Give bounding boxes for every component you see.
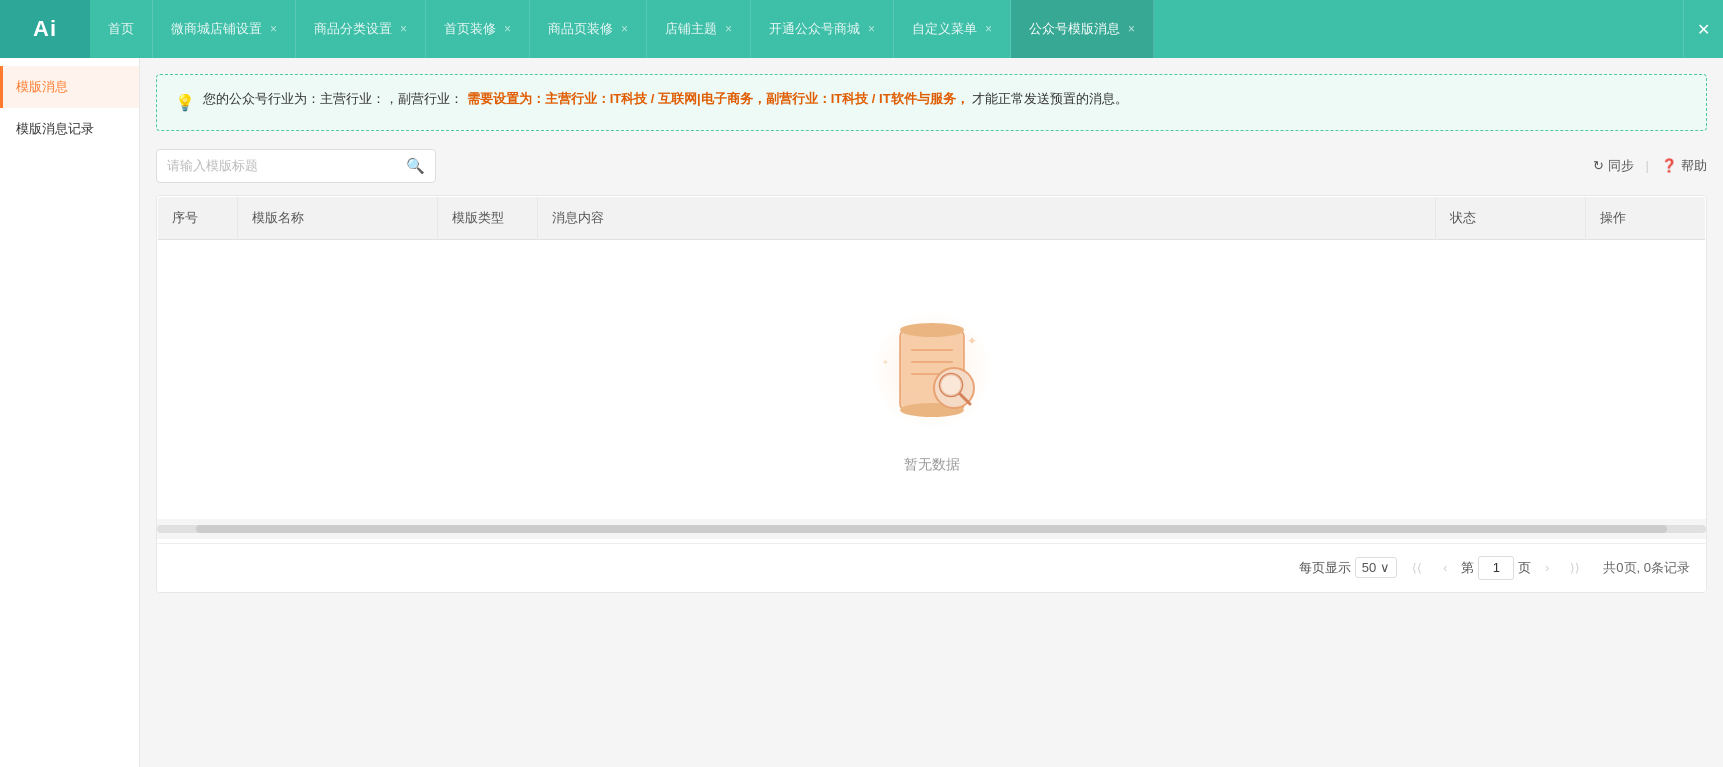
close-tab-home-decor[interactable]: × — [504, 22, 511, 36]
col-header-type: 模版类型 — [438, 196, 538, 239]
close-tab-shop-theme[interactable]: × — [725, 22, 732, 36]
notice-suffix: 才能正常发送预置的消息。 — [972, 91, 1128, 106]
notice-banner: 💡 您的公众号行业为：主营行业：，副营行业： 需要设置为：主营行业：IT科技 /… — [156, 74, 1707, 131]
scrollbar-wrap — [157, 519, 1706, 539]
close-all-tabs-button[interactable]: ✕ — [1683, 0, 1723, 58]
nav-tab-open-mall[interactable]: 开通公众号商城× — [751, 0, 894, 58]
nav-tab-custom-menu[interactable]: 自定义菜单× — [894, 0, 1011, 58]
search-bar: 🔍 ↻ 同步 | ❓ 帮助 — [156, 149, 1707, 183]
sidebar: 模版消息模版消息记录 — [0, 58, 140, 767]
empty-state: ✦ ✦ 暂无数据 — [158, 240, 1705, 514]
content-area: 💡 您的公众号行业为：主营行业：，副营行业： 需要设置为：主营行业：IT科技 /… — [140, 58, 1723, 767]
chevron-down-icon: ∨ — [1380, 560, 1390, 575]
svg-text:✦: ✦ — [967, 334, 977, 348]
page-size-label: 每页显示 — [1299, 559, 1351, 577]
help-button[interactable]: ❓ 帮助 — [1661, 157, 1707, 175]
page-unit: 页 — [1518, 559, 1531, 577]
close-tab-product-decor[interactable]: × — [621, 22, 628, 36]
top-nav: Ai 首页微商城店铺设置×商品分类设置×首页装修×商品页装修×店铺主题×开通公众… — [0, 0, 1723, 58]
page-input[interactable] — [1478, 556, 1514, 580]
sidebar-item-template-msg[interactable]: 模版消息 — [0, 66, 139, 108]
app-logo: Ai — [0, 0, 90, 58]
notice-icon: 💡 — [175, 90, 195, 116]
close-tab-shop-settings[interactable]: × — [270, 22, 277, 36]
first-page-button[interactable]: ⟨⟨ — [1405, 556, 1429, 580]
nav-tab-category-settings[interactable]: 商品分类设置× — [296, 0, 426, 58]
next-page-button[interactable]: › — [1535, 556, 1559, 580]
logo-text: Ai — [33, 16, 57, 42]
page-size-value: 50 — [1362, 560, 1376, 575]
scrollbar-track[interactable] — [157, 525, 1706, 533]
help-icon: ❓ — [1661, 158, 1677, 173]
table-container: 序号 模版名称 模版类型 消息内容 状态 操作 — [156, 195, 1707, 593]
col-header-action: 操作 — [1586, 196, 1706, 239]
nav-tab-product-decor[interactable]: 商品页装修× — [530, 0, 647, 58]
notice-text: 您的公众号行业为：主营行业：，副营行业： 需要设置为：主营行业：IT科技 / 互… — [203, 89, 1128, 110]
sync-button[interactable]: ↻ 同步 — [1593, 157, 1634, 175]
nav-tab-template-msg[interactable]: 公众号模版消息× — [1011, 0, 1154, 58]
svg-text:✦: ✦ — [882, 358, 889, 367]
empty-text: 暂无数据 — [904, 456, 960, 474]
main-layout: 模版消息模版消息记录 💡 您的公众号行业为：主营行业：，副营行业： 需要设置为：… — [0, 58, 1723, 767]
svg-point-11 — [940, 374, 962, 396]
help-label: 帮助 — [1681, 157, 1707, 175]
search-input[interactable] — [167, 158, 406, 173]
close-tab-category-settings[interactable]: × — [400, 22, 407, 36]
toolbar-divider: | — [1646, 158, 1649, 173]
nav-tab-home[interactable]: 首页 — [90, 0, 153, 58]
page-label: 第 — [1461, 559, 1474, 577]
page-size-select: 每页显示 50 ∨ — [1299, 557, 1397, 578]
close-tab-open-mall[interactable]: × — [868, 22, 875, 36]
page-total: 共0页, 0条记录 — [1603, 559, 1690, 577]
table-header: 序号 模版名称 模版类型 消息内容 状态 操作 — [158, 196, 1706, 239]
table-body: ✦ ✦ 暂无数据 — [158, 239, 1706, 514]
toolbar-right: ↻ 同步 | ❓ 帮助 — [1593, 157, 1707, 175]
pagination: 每页显示 50 ∨ ⟨⟨ ‹ 第 页 › ⟩⟩ 共0页, 0条记录 — [157, 543, 1706, 592]
search-button[interactable]: 🔍 — [406, 157, 425, 175]
nav-tab-shop-theme[interactable]: 店铺主题× — [647, 0, 751, 58]
scrollbar-thumb[interactable] — [196, 525, 1668, 533]
sync-label: 同步 — [1608, 157, 1634, 175]
sidebar-item-template-msg-record[interactable]: 模版消息记录 — [0, 108, 139, 150]
col-header-name: 模版名称 — [238, 196, 438, 239]
nav-tabs: 首页微商城店铺设置×商品分类设置×首页装修×商品页装修×店铺主题×开通公众号商城… — [90, 0, 1683, 58]
notice-highlight: 需要设置为：主营行业：IT科技 / 互联网|电子商务，副营行业：IT科技 / I… — [467, 91, 969, 106]
data-table: 序号 模版名称 模版类型 消息内容 状态 操作 — [157, 196, 1706, 515]
page-nav: ⟨⟨ ‹ 第 页 › ⟩⟩ — [1405, 556, 1587, 580]
col-header-content: 消息内容 — [538, 196, 1436, 239]
svg-point-3 — [900, 323, 964, 337]
prev-page-button[interactable]: ‹ — [1433, 556, 1457, 580]
close-tab-template-msg[interactable]: × — [1128, 22, 1135, 36]
page-size-dropdown[interactable]: 50 ∨ — [1355, 557, 1397, 578]
nav-tab-shop-settings[interactable]: 微商城店铺设置× — [153, 0, 296, 58]
sync-icon: ↻ — [1593, 158, 1604, 173]
notice-prefix: 您的公众号行业为：主营行业：，副营行业： — [203, 91, 463, 106]
search-input-wrap: 🔍 — [156, 149, 436, 183]
close-tab-custom-menu[interactable]: × — [985, 22, 992, 36]
col-header-seq: 序号 — [158, 196, 238, 239]
empty-icon: ✦ ✦ — [862, 300, 1002, 440]
nav-tab-home-decor[interactable]: 首页装修× — [426, 0, 530, 58]
col-header-status: 状态 — [1436, 196, 1586, 239]
last-page-button[interactable]: ⟩⟩ — [1563, 556, 1587, 580]
